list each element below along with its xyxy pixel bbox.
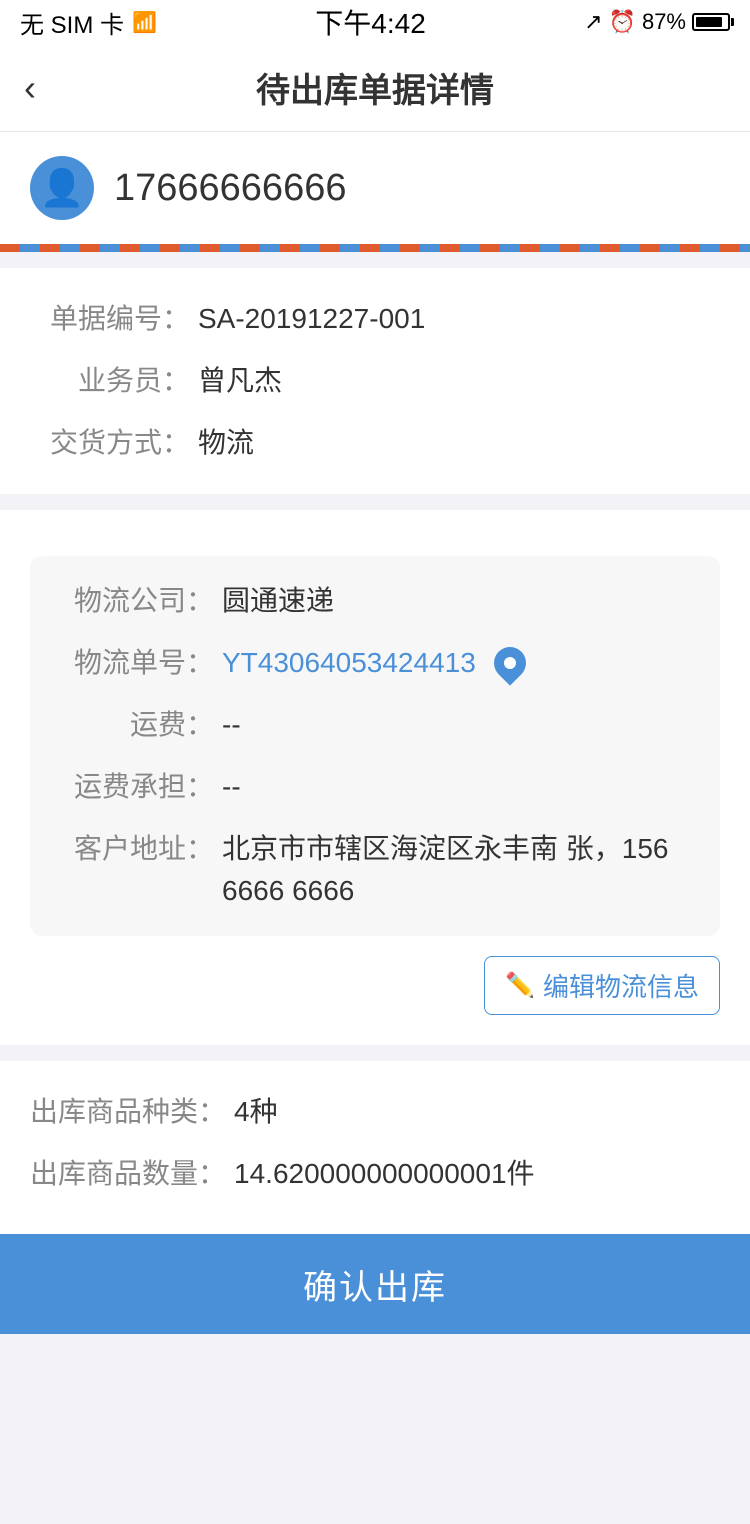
goods-type-label: 出库商品种类：	[30, 1091, 226, 1133]
goods-quantity-row: 出库商品数量： 14.620000000000001件	[30, 1153, 720, 1195]
wifi-icon: 📶	[132, 10, 157, 35]
location-status-icon: ↗	[584, 9, 602, 35]
avatar-icon: 👤	[40, 167, 85, 209]
freight-bear-value: --	[214, 766, 696, 808]
order-info-section: 单据编号： SA-20191227-001 业务员： 曾凡杰 交货方式： 物流	[0, 268, 750, 494]
logistics-company-value: 圆通速递	[214, 580, 696, 622]
customer-header: 👤 17666666666	[0, 132, 750, 244]
salesman-value: 曾凡杰	[190, 360, 720, 402]
spacer	[0, 1324, 750, 1524]
tracking-location-icon[interactable]	[487, 640, 532, 685]
order-no-row: 单据编号： SA-20191227-001	[30, 298, 720, 340]
logistics-company-row: 物流公司： 圆通速递	[54, 580, 696, 622]
status-time: 下午4:42	[315, 2, 426, 42]
delivery-row: 交货方式： 物流	[30, 422, 720, 464]
freight-bear-row: 运费承担： --	[54, 766, 696, 808]
logistics-company-label: 物流公司：	[54, 580, 214, 622]
freight-label: 运费：	[54, 704, 214, 746]
battery-fill	[696, 17, 722, 27]
logistics-card: 物流公司： 圆通速递 物流单号： YT43064053424413 运费： --…	[30, 556, 720, 936]
goods-type-row: 出库商品种类： 4种	[30, 1091, 720, 1133]
address-row: 客户地址： 北京市市辖区海淀区永丰南 张，156 6666 6666	[54, 828, 696, 912]
freight-value: --	[214, 704, 696, 746]
customer-phone: 17666666666	[114, 167, 346, 210]
battery-percent: 87%	[642, 9, 686, 35]
logistics-tracking-label: 物流单号：	[54, 642, 214, 684]
delivery-value: 物流	[190, 422, 720, 464]
goods-quantity-value: 14.620000000000001件	[226, 1153, 720, 1195]
logistics-tracking-row: 物流单号： YT43064053424413	[54, 642, 696, 684]
confirm-button[interactable]: 确认出库	[0, 1234, 750, 1334]
order-no-label: 单据编号：	[30, 298, 190, 340]
battery-icon	[692, 13, 730, 31]
page-title: 待出库单据详情	[256, 63, 494, 112]
freight-row: 运费： --	[54, 704, 696, 746]
avatar: 👤	[30, 156, 94, 220]
edit-btn-container: ✏️ 编辑物流信息	[30, 936, 720, 1015]
address-value: 北京市市辖区海淀区永丰南 张，156 6666 6666	[214, 828, 696, 912]
logistics-tracking-value: YT43064053424413	[214, 642, 696, 684]
address-label: 客户地址：	[54, 828, 214, 870]
goods-quantity-label: 出库商品数量：	[30, 1153, 226, 1195]
edit-icon: ✏️	[505, 971, 535, 1000]
back-button[interactable]: ‹	[24, 67, 36, 109]
carrier-label: 无 SIM 卡	[20, 5, 124, 40]
goods-type-value: 4种	[226, 1091, 720, 1133]
dashed-divider	[0, 244, 750, 252]
back-icon: ‹	[24, 67, 36, 109]
delivery-label: 交货方式：	[30, 422, 190, 464]
alarm-icon: ⏰	[609, 9, 636, 35]
logistics-section: 物流公司： 圆通速递 物流单号： YT43064053424413 运费： --…	[0, 510, 750, 1045]
salesman-row: 业务员： 曾凡杰	[30, 360, 720, 402]
status-left: 无 SIM 卡 📶	[20, 5, 157, 40]
edit-logistics-button[interactable]: ✏️ 编辑物流信息	[484, 956, 720, 1015]
salesman-label: 业务员：	[30, 360, 190, 402]
order-no-value: SA-20191227-001	[190, 298, 720, 340]
freight-bear-label: 运费承担：	[54, 766, 214, 808]
nav-bar: ‹ 待出库单据详情	[0, 44, 750, 132]
status-right: ↗ ⏰ 87%	[584, 9, 730, 35]
status-bar: 无 SIM 卡 📶 下午4:42 ↗ ⏰ 87%	[0, 0, 750, 44]
